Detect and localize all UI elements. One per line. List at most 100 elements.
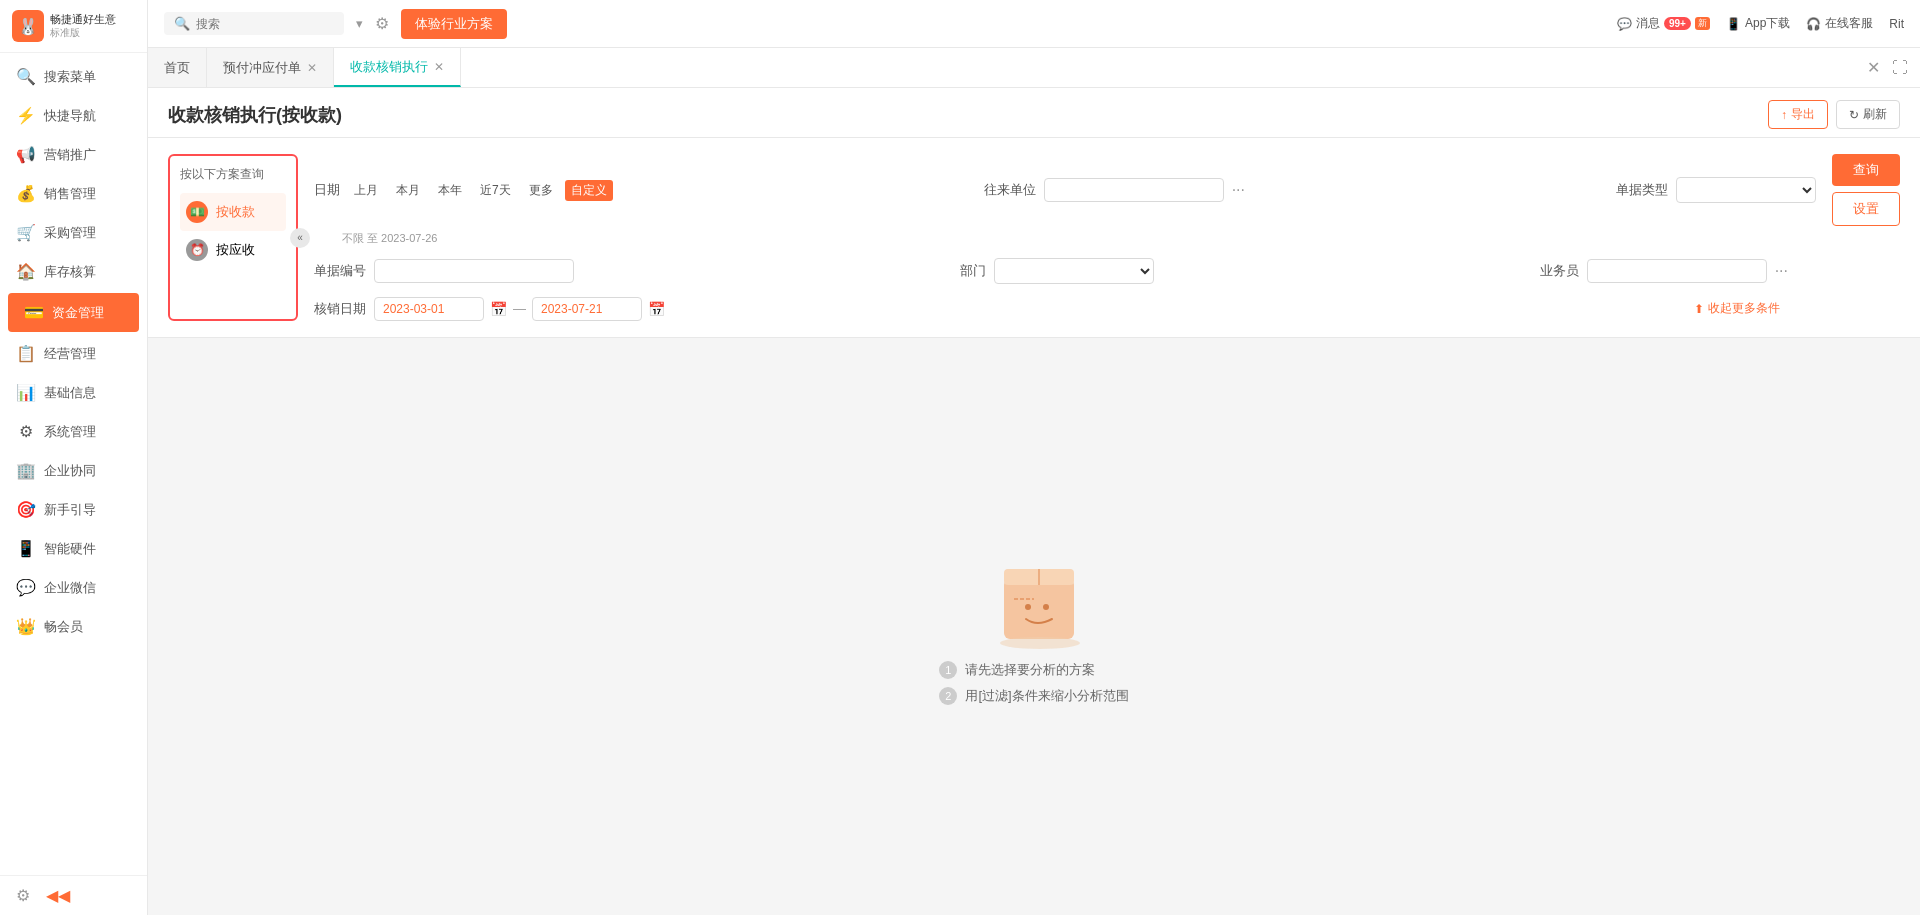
logo-text: 畅捷通好生意 标准版 — [50, 12, 116, 40]
filter-field-dept: 部门 — [960, 258, 1154, 284]
doc-type-select[interactable] — [1676, 177, 1816, 203]
date-btn-7days[interactable]: 近7天 — [474, 180, 517, 201]
search-menu-icon: 🔍 — [16, 67, 36, 86]
counterpart-more-icon[interactable]: ··· — [1232, 181, 1245, 199]
verify-date-end-input[interactable] — [532, 297, 642, 321]
collapse-more-btn[interactable]: ⬆ 收起更多条件 — [1686, 296, 1788, 321]
export-icon: ↑ — [1781, 108, 1787, 122]
app-download-btn[interactable]: 📱 App下载 — [1726, 15, 1790, 32]
logo-icon: 🐰 — [12, 10, 44, 42]
verify-date-end-calendar-icon[interactable]: 📅 — [648, 301, 665, 317]
page-header-actions: ↑ 导出 ↻ 刷新 — [1768, 100, 1900, 129]
date-btn-last-month[interactable]: 上月 — [348, 180, 384, 201]
date-btn-custom[interactable]: 自定义 — [565, 180, 613, 201]
topbar-search-box[interactable]: 🔍 — [164, 12, 344, 35]
staff-more-icon[interactable]: ··· — [1775, 262, 1788, 280]
app-logo: 🐰 畅捷通好生意 标准版 — [0, 0, 147, 53]
tab-receipt-verify[interactable]: 收款核销执行 ✕ — [334, 48, 461, 87]
verify-date-start-calendar-icon[interactable]: 📅 — [490, 301, 507, 317]
staff-input[interactable] — [1587, 259, 1767, 283]
inventory-icon: 🏠 — [16, 262, 36, 281]
verify-date-start-input[interactable] — [374, 297, 484, 321]
sidebar-item-basic-info[interactable]: 📊 基础信息 — [0, 373, 147, 412]
filter-option-by-receipt[interactable]: 💵 按收款 — [180, 193, 286, 231]
wechat-icon: 💬 — [16, 578, 36, 597]
filter-field-date: 日期 上月 本月 本年 近7天 更多 自定义 — [314, 180, 613, 201]
collapse-icon: ⬆ — [1694, 302, 1704, 316]
sidebar-item-purchase[interactable]: 🛒 采购管理 — [0, 213, 147, 252]
finance-icon: 💳 — [24, 303, 44, 322]
restore-window-icon[interactable]: ⛶ — [1888, 55, 1912, 81]
tab-receipt-verify-close[interactable]: ✕ — [434, 60, 444, 74]
purchase-icon: 🛒 — [16, 223, 36, 242]
filter-field-verify-date: 核销日期 📅 — 📅 — [314, 297, 665, 321]
app-icon: 📱 — [1726, 17, 1741, 31]
sidebar-item-guide[interactable]: 🎯 新手引导 — [0, 490, 147, 529]
tabbar-actions: ✕ ⛶ — [1863, 48, 1920, 87]
enterprise-icon: 🏢 — [16, 461, 36, 480]
doc-num-label: 单据编号 — [314, 262, 366, 280]
setting-button[interactable]: 设置 — [1832, 192, 1900, 226]
system-icon: ⚙ — [16, 422, 36, 441]
date-btn-this-year[interactable]: 本年 — [432, 180, 468, 201]
filter-row-1: 日期 上月 本月 本年 近7天 更多 自定义 往来单位 — [314, 154, 1900, 226]
tab-prepay-close[interactable]: ✕ — [307, 61, 317, 75]
member-icon: 👑 — [16, 617, 36, 636]
sidebar-item-operations[interactable]: 📋 经营管理 — [0, 334, 147, 373]
filter-area: 按以下方案查询 💵 按收款 ⏰ 按应收 « 日期 — [148, 138, 1920, 338]
user-info[interactable]: Rit — [1889, 17, 1904, 31]
refresh-button[interactable]: ↻ 刷新 — [1836, 100, 1900, 129]
filter-form: 日期 上月 本月 本年 近7天 更多 自定义 往来单位 — [314, 154, 1900, 321]
sidebar-item-member[interactable]: 👑 畅会员 — [0, 607, 147, 646]
sidebar-item-quick-nav[interactable]: ⚡ 快捷导航 — [0, 96, 147, 135]
tab-prepay[interactable]: 预付冲应付单 ✕ — [207, 48, 334, 87]
date-btn-more[interactable]: 更多 — [523, 180, 559, 201]
dept-label: 部门 — [960, 262, 986, 280]
filter-panel-collapse[interactable]: « — [290, 228, 310, 248]
collapse-icon[interactable]: ◀◀ — [46, 886, 70, 905]
counterpart-input[interactable] — [1044, 178, 1224, 202]
doc-num-input[interactable] — [374, 259, 574, 283]
by-receivable-icon: ⏰ — [186, 239, 208, 261]
counterpart-label: 往来单位 — [984, 181, 1036, 199]
filter-panel-title: 按以下方案查询 — [180, 166, 286, 183]
search-icon: 🔍 — [174, 16, 190, 31]
close-window-icon[interactable]: ✕ — [1863, 54, 1884, 81]
empty-state: 1 请先选择要分析的方案 2 用[过滤]条件来缩小分析范围 — [148, 338, 1920, 915]
sidebar-item-smart-hw[interactable]: 📱 智能硬件 — [0, 529, 147, 568]
sidebar-item-inventory[interactable]: 🏠 库存核算 — [0, 252, 147, 291]
sidebar-item-search-menu[interactable]: 🔍 搜索菜单 — [0, 57, 147, 96]
search-input[interactable] — [196, 17, 316, 31]
service-icon: 🎧 — [1806, 17, 1821, 31]
sidebar-item-wechat[interactable]: 💬 企业微信 — [0, 568, 147, 607]
message-btn[interactable]: 💬 消息 99+ 新 — [1617, 15, 1710, 32]
guide-icon: 🎯 — [16, 500, 36, 519]
online-service-btn[interactable]: 🎧 在线客服 — [1806, 15, 1873, 32]
date-btn-this-month[interactable]: 本月 — [390, 180, 426, 201]
sidebar-item-sales[interactable]: 💰 销售管理 — [0, 174, 147, 213]
svg-point-4 — [1043, 604, 1049, 610]
settings-icon[interactable]: ⚙ — [16, 886, 30, 905]
sidebar-item-enterprise[interactable]: 🏢 企业协同 — [0, 451, 147, 490]
export-button[interactable]: ↑ 导出 — [1768, 100, 1828, 129]
filter-row-2: 单据编号 部门 业务员 ··· — [314, 258, 1900, 284]
sidebar-item-marketing[interactable]: 📢 营销推广 — [0, 135, 147, 174]
topbar-right: 💬 消息 99+ 新 📱 App下载 🎧 在线客服 Rit — [1617, 15, 1904, 32]
marketing-icon: 📢 — [16, 145, 36, 164]
chevron-down-icon: ▾ — [356, 16, 363, 31]
date-options-group: 上月 本月 本年 近7天 更多 自定义 — [348, 180, 613, 201]
sales-icon: 💰 — [16, 184, 36, 203]
sidebar: 🐰 畅捷通好生意 标准版 🔍 搜索菜单 ⚡ 快捷导航 📢 营销推广 💰 销售管理… — [0, 0, 148, 915]
industry-solution-button[interactable]: 体验行业方案 — [401, 9, 507, 39]
new-badge: 新 — [1695, 17, 1710, 30]
gear-icon[interactable]: ⚙ — [375, 14, 389, 33]
hint-num-1: 1 — [939, 661, 957, 679]
sidebar-item-system[interactable]: ⚙ 系统管理 — [0, 412, 147, 451]
filter-sidebar-panel: 按以下方案查询 💵 按收款 ⏰ 按应收 « — [168, 154, 298, 321]
filter-option-by-receivable[interactable]: ⏰ 按应收 — [180, 231, 286, 269]
sidebar-item-finance[interactable]: 💳 资金管理 — [8, 293, 139, 332]
refresh-icon: ↻ — [1849, 108, 1859, 122]
query-button[interactable]: 查询 — [1832, 154, 1900, 186]
tab-home[interactable]: 首页 — [148, 48, 207, 87]
dept-select[interactable] — [994, 258, 1154, 284]
